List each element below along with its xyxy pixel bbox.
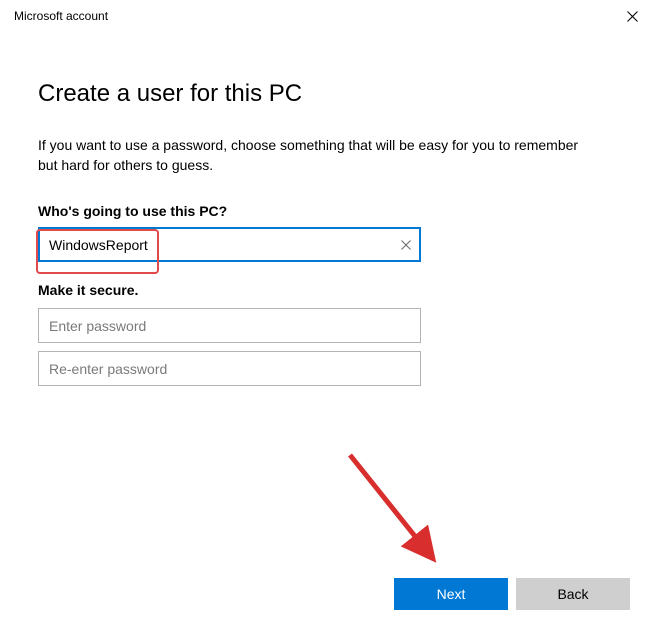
close-icon <box>627 11 638 22</box>
password-confirm-input[interactable] <box>38 351 421 386</box>
page-heading: Create a user for this PC <box>38 80 616 108</box>
clear-input-button[interactable] <box>401 237 411 253</box>
back-button[interactable]: Back <box>516 578 630 610</box>
password-input[interactable] <box>38 308 421 343</box>
x-icon <box>401 240 411 250</box>
window-title: Microsoft account <box>14 9 108 23</box>
next-button[interactable]: Next <box>394 578 508 610</box>
page-description: If you want to use a password, choose so… <box>38 136 598 175</box>
close-button[interactable] <box>624 8 640 24</box>
username-label: Who's going to use this PC? <box>38 203 616 219</box>
secure-label: Make it secure. <box>38 282 616 298</box>
username-input[interactable] <box>38 227 421 262</box>
annotation-arrow <box>340 445 460 575</box>
